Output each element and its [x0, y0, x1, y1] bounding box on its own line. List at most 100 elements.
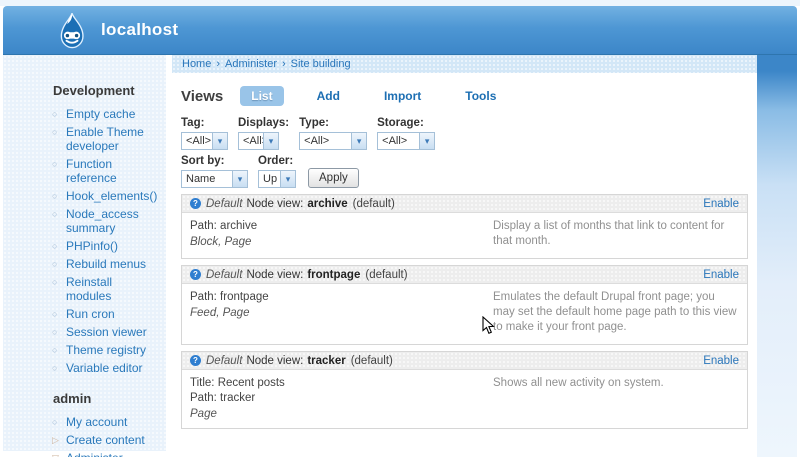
chevron-down-icon[interactable]: ▾ — [212, 133, 227, 149]
filter-select[interactable]: <All> ▾ — [238, 132, 279, 150]
filter-label: Tag: — [181, 117, 205, 129]
filter-select[interactable]: <All> ▾ — [377, 132, 436, 150]
sidebar-section-development: Development Empty cache Enable Theme dev… — [53, 83, 160, 375]
sidebar-item: Function reference — [53, 157, 160, 185]
sidebar-link[interactable]: Empty cache — [66, 107, 135, 121]
sidebar-link[interactable]: Reinstall modules — [66, 275, 112, 303]
sidebar-link[interactable]: Rebuild menus — [66, 257, 146, 271]
sidebar-heading: Development — [53, 83, 135, 98]
view-description: Display a list of months that link to co… — [493, 220, 725, 247]
breadcrumb-separator: › — [216, 58, 221, 70]
breadcrumb-link[interactable]: Site building — [291, 58, 351, 70]
enable-link[interactable]: Enable — [703, 269, 739, 281]
view-default-flag: Default — [206, 354, 243, 367]
page-body: Views List Add Import Tools Tag: <All> ▾… — [172, 73, 757, 457]
sidebar-link[interactable]: Function reference — [66, 157, 117, 185]
bullet-icon — [52, 307, 57, 321]
sidebar-section-admin: admin My account Create content Admi — [53, 391, 160, 457]
filter-label: Displays: — [238, 117, 290, 129]
view-displays: Page — [190, 408, 217, 420]
chevron-down-icon[interactable]: ▾ — [232, 171, 247, 187]
sidebar-link[interactable]: Run cron — [66, 307, 115, 321]
view-type-label: Node view: — [246, 354, 304, 367]
view-details: Path: archive — [190, 220, 258, 232]
sidebar-link[interactable]: PHPinfo() — [66, 239, 118, 253]
chevron-down-icon[interactable]: ▾ — [419, 133, 435, 149]
sidebar-link[interactable]: Variable editor — [66, 361, 143, 375]
help-icon[interactable]: ? — [190, 355, 201, 366]
sidebar-link[interactable]: Hook_elements() — [66, 189, 157, 203]
site-name[interactable]: localhost — [101, 20, 178, 40]
select-value: <All> — [382, 135, 408, 147]
tab[interactable]: Add — [306, 86, 351, 106]
enable-link[interactable]: Enable — [703, 198, 739, 210]
sidebar-link[interactable]: Create content — [66, 433, 145, 447]
filter-group: Order: Up ▾ — [258, 155, 296, 188]
sidebar-link[interactable]: My account — [66, 415, 127, 429]
view-row: ? Default Node view: tracker (default) E… — [181, 351, 748, 429]
apply-button[interactable]: Apply — [308, 168, 359, 188]
sidebar-link[interactable]: Session viewer — [66, 325, 147, 339]
filter-select[interactable]: <All> ▾ — [181, 132, 228, 150]
chevron-down-icon[interactable]: ▾ — [263, 133, 278, 149]
view-info-cell: Path: frontpage Feed, Page — [182, 284, 485, 344]
bullet-icon — [52, 257, 57, 271]
sidebar-link[interactable]: Node_access summary — [66, 207, 139, 235]
view-default-suffix: (default) — [365, 268, 408, 281]
tab[interactable]: Import — [373, 86, 432, 106]
view-type-label: Node view: — [246, 268, 304, 281]
view-displays: Block, Page — [190, 236, 252, 248]
sidebar-item: Reinstall modules — [53, 275, 160, 303]
bullet-icon — [52, 207, 57, 221]
chevron-down-icon[interactable]: ▾ — [351, 133, 367, 149]
view-row: ? Default Node view: frontpage (default)… — [181, 265, 748, 345]
view-row-header: ? Default Node view: archive (default) E… — [182, 195, 747, 213]
background-band — [757, 55, 797, 457]
tab[interactable]: List — [240, 86, 284, 106]
breadcrumb-link[interactable]: Administer — [225, 58, 277, 70]
expander-icon — [52, 415, 57, 429]
sidebar-item: Hook_elements() — [53, 189, 160, 203]
filter-select[interactable]: <All> ▾ — [299, 132, 368, 150]
sidebar-item: PHPinfo() — [53, 239, 160, 253]
filter-group: Type: <All> ▾ — [299, 117, 368, 150]
view-row-header: ? Default Node view: frontpage (default)… — [182, 266, 747, 284]
select-value: Name — [186, 173, 216, 185]
sidebar-item: Create content — [53, 433, 160, 447]
enable-link[interactable]: Enable — [703, 355, 739, 367]
bullet-icon — [52, 189, 57, 203]
sidebar-nav: Empty cache Enable Theme developer Funct… — [53, 107, 160, 375]
help-icon[interactable]: ? — [190, 198, 201, 209]
site-header: localhost — [3, 6, 797, 55]
tab[interactable]: Tools — [454, 86, 507, 106]
sidebar-item: Enable Theme developer — [53, 125, 160, 153]
filter-select[interactable]: Name ▾ — [181, 170, 248, 188]
view-row-body: Path: frontpage Feed, Page Emulates the … — [182, 284, 747, 344]
view-row-body: Path: archive Block, Page Display a list… — [182, 213, 747, 258]
breadcrumb-separator: › — [281, 58, 286, 70]
filter-row-2: Sort by: Name ▾ Order: Up ▾ Apply — [181, 155, 748, 188]
filter-label: Order: — [258, 155, 294, 167]
filters: Tag: <All> ▾ Displays: <All> ▾ — [181, 117, 748, 188]
bullet-icon — [52, 275, 57, 289]
view-type-label: Node view: — [246, 197, 304, 210]
sidebar-link[interactable]: Administer — [66, 451, 123, 457]
mouse-cursor — [482, 316, 495, 335]
sidebar-item: Administer — [53, 451, 160, 457]
view-default-flag: Default — [206, 197, 243, 210]
breadcrumb-link[interactable]: Home — [182, 58, 211, 70]
select-value: Up — [263, 173, 278, 185]
help-icon[interactable]: ? — [190, 269, 201, 280]
drupal-logo-icon[interactable] — [55, 12, 89, 50]
view-details: Path: frontpage — [190, 291, 269, 303]
view-name: archive — [307, 197, 348, 210]
filter-select[interactable]: Up ▾ — [258, 170, 296, 188]
view-default-suffix: (default) — [352, 197, 395, 210]
sidebar-link[interactable]: Theme registry — [66, 343, 146, 357]
chevron-down-icon[interactable]: ▾ — [280, 171, 295, 187]
sidebar-link[interactable]: Enable Theme developer — [66, 125, 144, 153]
sidebar-item: My account — [53, 415, 160, 429]
bullet-icon — [52, 325, 57, 339]
select-value: <All> — [243, 135, 263, 147]
view-displays: Feed, Page — [190, 307, 250, 319]
